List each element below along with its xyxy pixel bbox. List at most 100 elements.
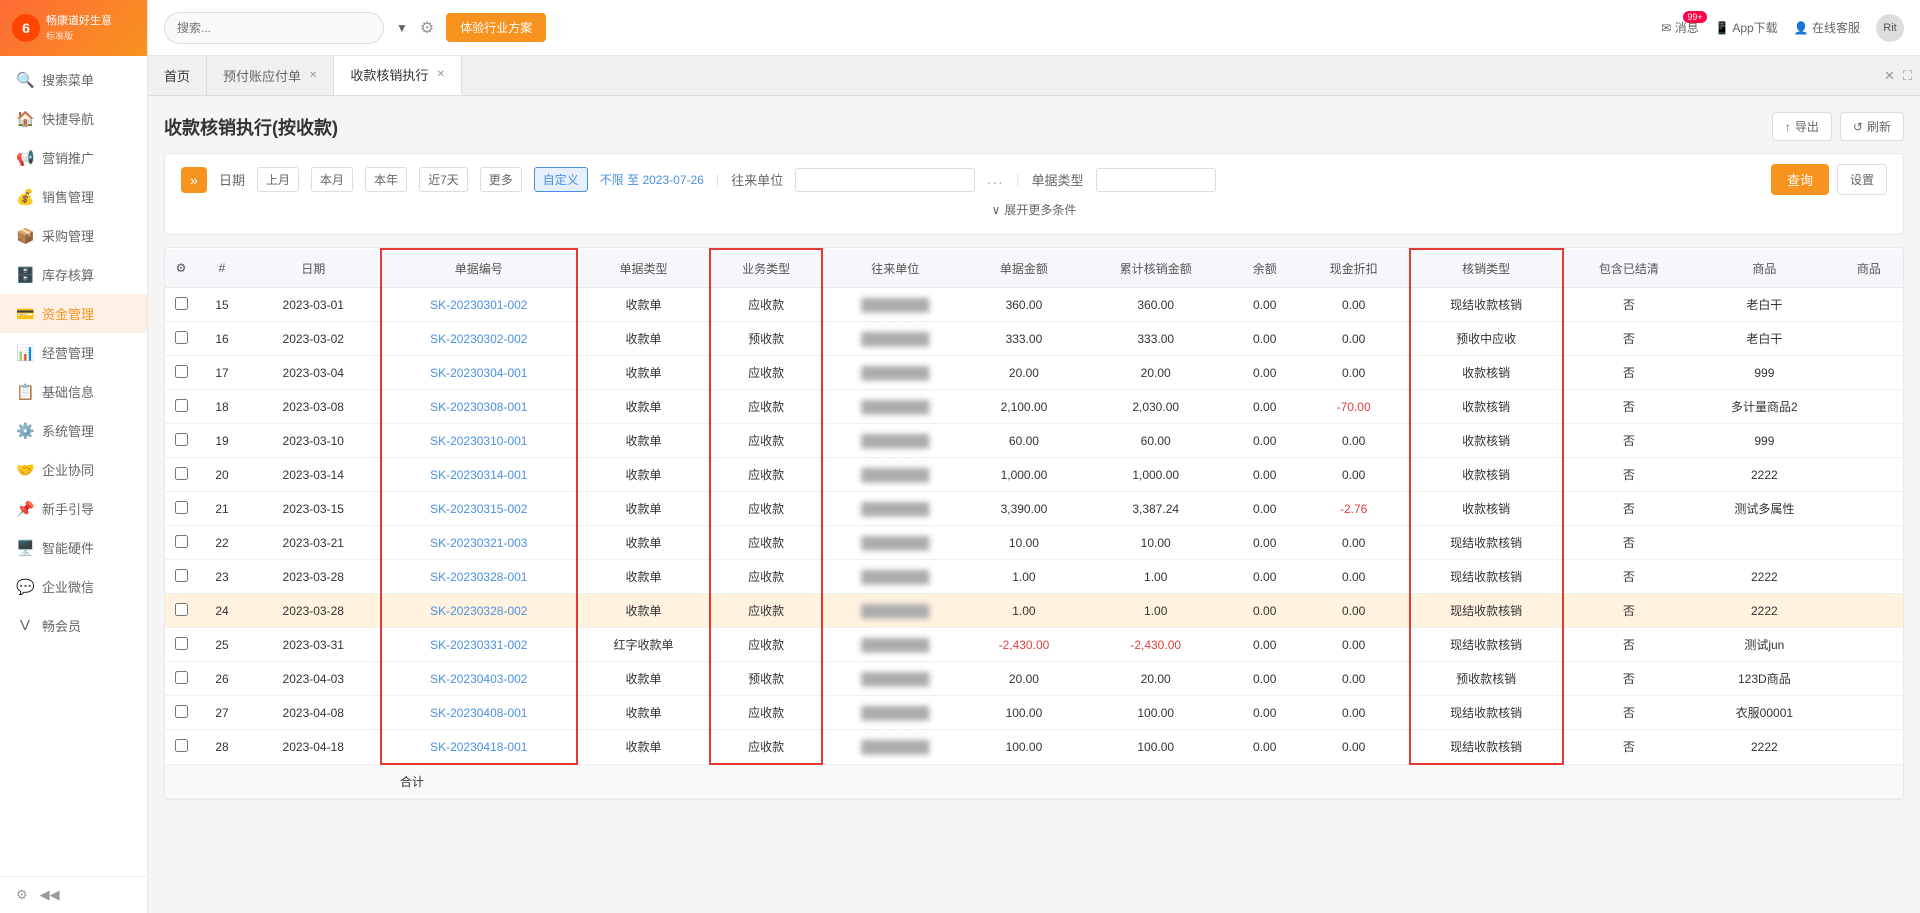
sidebar-item-sales[interactable]: 💰 销售管理	[0, 177, 147, 216]
row-checkbox[interactable]	[175, 399, 188, 412]
export-button[interactable]: ↑ 导出	[1772, 112, 1832, 141]
cell-checkbox[interactable]	[165, 458, 197, 492]
row-checkbox[interactable]	[175, 297, 188, 310]
cell-checkbox[interactable]	[165, 696, 197, 730]
sidebar-item-search[interactable]: 🔍 搜索菜单	[0, 60, 147, 99]
tab-receipt-close[interactable]: ✕	[436, 69, 444, 80]
sidebar-item-member[interactable]: V 畅会员	[0, 606, 147, 645]
cell-checkbox[interactable]	[165, 322, 197, 356]
row-checkbox[interactable]	[175, 467, 188, 480]
sidebar-item-guide[interactable]: 📌 新手引导	[0, 489, 147, 528]
filter-this-month[interactable]: 本月	[311, 167, 353, 192]
filter-7days[interactable]: 近7天	[419, 167, 468, 192]
bill-no-link[interactable]: SK-20230408-001	[430, 706, 527, 720]
row-checkbox[interactable]	[175, 535, 188, 548]
search-icon: 🔍	[16, 71, 34, 89]
tab-prepay[interactable]: 预付账应付单 ✕	[207, 56, 334, 95]
sidebar-item-enterprise[interactable]: 🤝 企业协同	[0, 450, 147, 489]
row-checkbox[interactable]	[175, 705, 188, 718]
tab-prepay-close[interactable]: ✕	[309, 70, 317, 81]
online-service-button[interactable]: 👤 在线客服	[1794, 19, 1860, 36]
row-checkbox[interactable]	[175, 365, 188, 378]
cell-checkbox[interactable]	[165, 628, 197, 662]
bill-no-link[interactable]: SK-20230328-001	[430, 570, 527, 584]
bill-no-link[interactable]: SK-20230315-002	[430, 502, 527, 516]
solution-button[interactable]: 体验行业方案	[446, 13, 546, 42]
cell-cancel-type: 收款核销	[1410, 492, 1563, 526]
sidebar-item-wechat[interactable]: 💬 企业微信	[0, 567, 147, 606]
cell-include-settled: 否	[1563, 356, 1694, 390]
collapse-icon[interactable]: ◀◀	[40, 887, 60, 903]
counterpart-input[interactable]	[795, 168, 975, 192]
cell-checkbox[interactable]	[165, 424, 197, 458]
bill-no-link[interactable]: SK-20230403-002	[430, 672, 527, 686]
row-checkbox[interactable]	[175, 569, 188, 582]
bill-no-link[interactable]: SK-20230314-001	[430, 468, 527, 482]
close-tab-icon[interactable]: ✕	[1884, 68, 1895, 84]
bill-no-link[interactable]: SK-20230418-001	[430, 740, 527, 754]
cell-checkbox[interactable]	[165, 492, 197, 526]
gear-icon[interactable]: ⚙	[420, 18, 434, 38]
row-checkbox[interactable]	[175, 331, 188, 344]
row-checkbox[interactable]	[175, 603, 188, 616]
settings-icon[interactable]: ⚙	[16, 887, 28, 903]
sidebar-item-inventory[interactable]: 🗄️ 库存核算	[0, 255, 147, 294]
sidebar-item-purchase[interactable]: 📦 采购管理	[0, 216, 147, 255]
sidebar-item-hardware[interactable]: 🖥️ 智能硬件	[0, 528, 147, 567]
cell-checkbox[interactable]	[165, 662, 197, 696]
cell-checkbox[interactable]	[165, 730, 197, 765]
row-checkbox[interactable]	[175, 501, 188, 514]
cell-checkbox[interactable]	[165, 560, 197, 594]
sidebar-item-operations[interactable]: 📊 经营管理	[0, 333, 147, 372]
bill-no-link[interactable]: SK-20230310-001	[430, 434, 527, 448]
bill-no-link[interactable]: SK-20230304-001	[430, 366, 527, 380]
cell-checkbox[interactable]	[165, 356, 197, 390]
cell-checkbox[interactable]	[165, 390, 197, 424]
filter-more[interactable]: 更多	[480, 167, 522, 192]
bill-no-link[interactable]: SK-20230302-002	[430, 332, 527, 346]
bill-type-select[interactable]	[1096, 168, 1216, 192]
sidebar-item-basic[interactable]: 📋 基础信息	[0, 372, 147, 411]
row-checkbox[interactable]	[175, 637, 188, 650]
row-checkbox[interactable]	[175, 739, 188, 752]
bill-no-link[interactable]: SK-20230301-002	[430, 298, 527, 312]
query-button[interactable]: 查询	[1771, 164, 1829, 195]
bill-no-link[interactable]: SK-20230308-001	[430, 400, 527, 414]
row-checkbox[interactable]	[175, 671, 188, 684]
expand-icon[interactable]: ⛶	[1903, 68, 1912, 84]
tab-home[interactable]: 首页	[148, 56, 207, 95]
refresh-button[interactable]: ↺ 刷新	[1840, 112, 1904, 141]
th-gear[interactable]: ⚙	[165, 249, 197, 288]
sidebar-item-marketing[interactable]: 📢 营销推广	[0, 138, 147, 177]
bill-no-link[interactable]: SK-20230328-002	[430, 604, 527, 618]
cell-product2	[1835, 424, 1903, 458]
filter-setting-button[interactable]: 设置	[1837, 164, 1887, 195]
user-avatar[interactable]: Rit	[1876, 14, 1904, 42]
filter-toggle[interactable]: »	[181, 167, 207, 193]
app-download-button[interactable]: 📱 App下载	[1715, 19, 1778, 36]
message-button[interactable]: ✉ 消息 99+	[1661, 19, 1698, 36]
expand-conditions[interactable]: ∨ 展开更多条件	[181, 195, 1887, 224]
row-checkbox[interactable]	[175, 433, 188, 446]
tab-receipt[interactable]: 收款核销执行 ✕	[334, 56, 461, 95]
cell-checkbox[interactable]	[165, 526, 197, 560]
filter-last-month[interactable]: 上月	[257, 167, 299, 192]
filter-this-year[interactable]: 本年	[365, 167, 407, 192]
table-row: 20 2023-03-14 SK-20230314-001 收款单 应收款 ██…	[165, 458, 1903, 492]
cell-checkbox[interactable]	[165, 594, 197, 628]
cell-bill-no: SK-20230328-002	[381, 594, 578, 628]
sidebar-item-quicknav[interactable]: 🏠 快捷导航	[0, 99, 147, 138]
sidebar-item-system[interactable]: ⚙️ 系统管理	[0, 411, 147, 450]
search-input[interactable]	[164, 12, 384, 44]
more-filters-dots[interactable]: ...	[987, 172, 1004, 187]
dropdown-selector[interactable]: ▼	[396, 21, 408, 35]
cell-product: 2222	[1694, 594, 1835, 628]
filter-custom[interactable]: 自定义	[534, 167, 588, 192]
cell-include-settled: 否	[1563, 390, 1694, 424]
sidebar-item-label: 新手引导	[42, 499, 94, 518]
bill-no-link[interactable]: SK-20230321-003	[430, 536, 527, 550]
bill-no-link[interactable]: SK-20230331-002	[430, 638, 527, 652]
cell-checkbox[interactable]	[165, 288, 197, 322]
table-body: 15 2023-03-01 SK-20230301-002 收款单 应收款 ██…	[165, 288, 1903, 765]
sidebar-item-finance[interactable]: 💳 资金管理	[0, 294, 147, 333]
